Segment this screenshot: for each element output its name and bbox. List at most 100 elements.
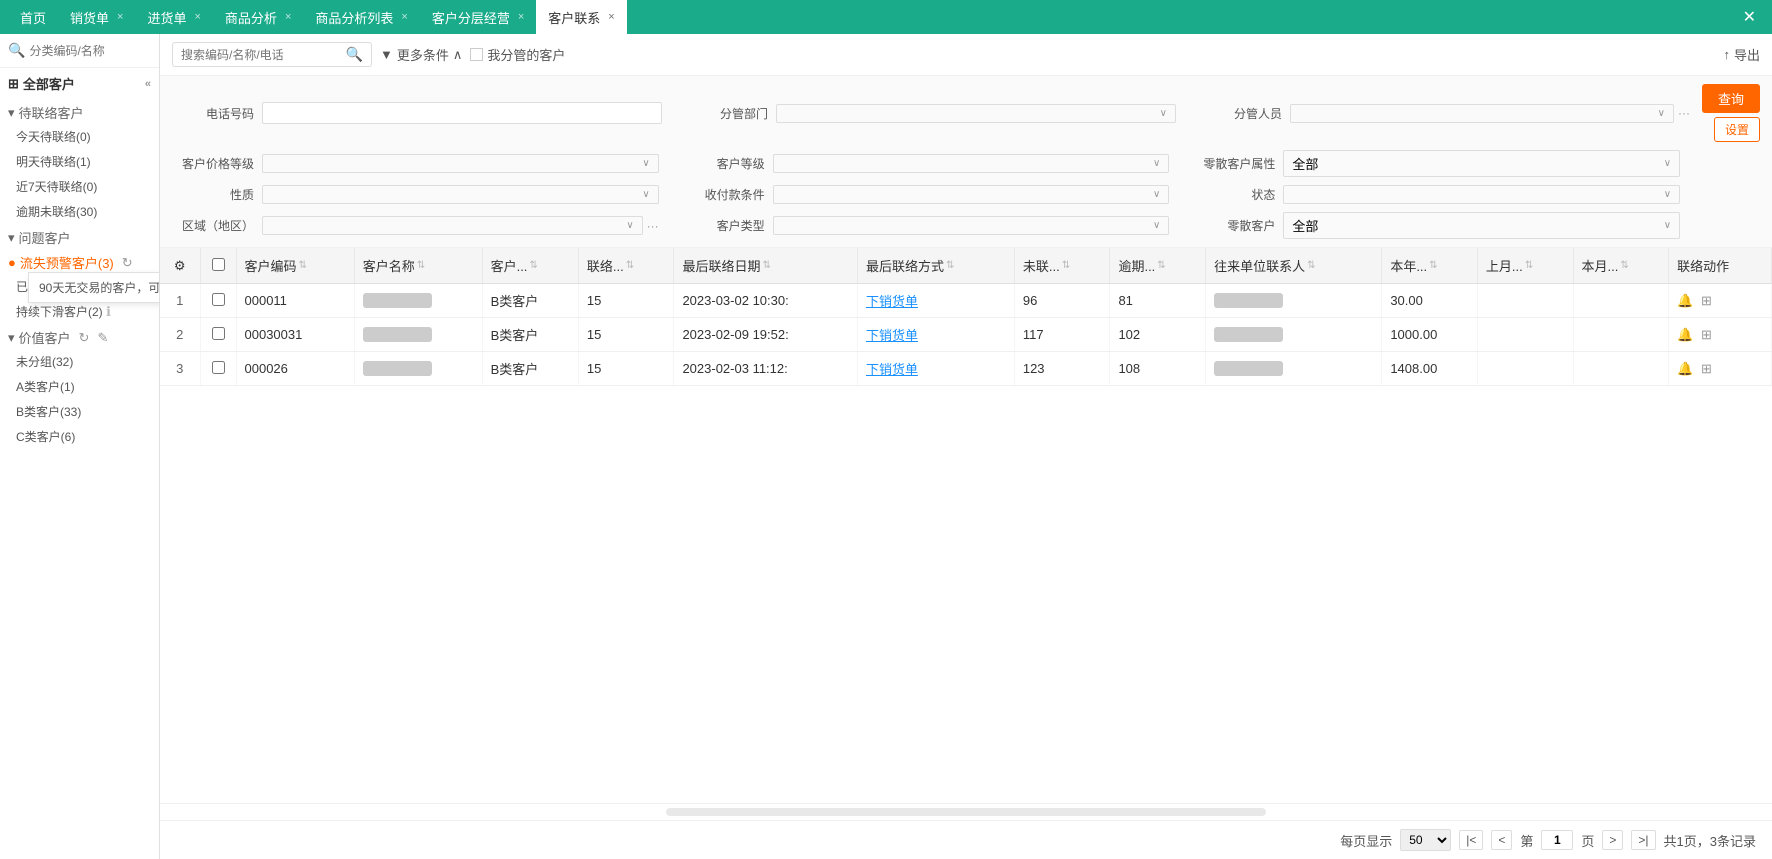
row-last-method[interactable]: 下销货单 xyxy=(857,352,1014,386)
sidebar-section-pending[interactable]: ▾ 待联络客户 xyxy=(0,99,159,124)
close-icon[interactable]: × xyxy=(117,11,123,23)
close-icon[interactable]: × xyxy=(608,11,614,23)
customer-level-select[interactable]: ∨ xyxy=(773,154,1170,173)
nav-tab-analysis-list[interactable]: 商品分析列表 × xyxy=(303,0,419,34)
row-last-method[interactable]: 下销货单 xyxy=(857,284,1014,318)
first-page-button[interactable]: |< xyxy=(1459,830,1483,850)
checkbox-icon[interactable] xyxy=(470,48,483,61)
sidebar-item-today[interactable]: 今天待联络(0) xyxy=(0,124,159,149)
row-check[interactable] xyxy=(200,352,236,386)
sidebar-item-ungroup[interactable]: 未分组(32) xyxy=(0,349,159,374)
contact-icon[interactable]: 🔔 xyxy=(1677,361,1693,376)
sort-icon[interactable]: ⇅ xyxy=(529,260,537,271)
last-method-link[interactable]: 下销货单 xyxy=(866,294,918,309)
retail-select[interactable]: 全部 ∨ xyxy=(1283,212,1680,239)
row-check[interactable] xyxy=(200,284,236,318)
th-settings[interactable]: ⚙ xyxy=(160,248,200,284)
nav-tab-sales[interactable]: 销货单 × xyxy=(58,0,135,34)
status-select[interactable]: ∨ xyxy=(1283,185,1680,204)
person-select[interactable]: ∨ xyxy=(1290,104,1674,123)
contact-icon[interactable]: 🔔 xyxy=(1677,327,1693,342)
sidebar-section-churn-warning[interactable]: ● 流失预警客户(3) ↻ xyxy=(0,249,159,274)
sidebar-item-c-class[interactable]: C类客户(6) xyxy=(0,424,159,449)
setting-button[interactable]: 设置 xyxy=(1714,117,1760,142)
sidebar-item-tomorrow[interactable]: 明天待联络(1) xyxy=(0,149,159,174)
search-input[interactable] xyxy=(181,48,342,62)
sidebar-section-problem[interactable]: ▾ 问题客户 xyxy=(0,224,159,249)
row-action[interactable]: 🔔 ⊞ xyxy=(1669,318,1772,352)
sidebar-item-overdue[interactable]: 逾期未联络(30) xyxy=(0,199,159,224)
sidebar-all-customers[interactable]: ⊞ 全部客户 « xyxy=(0,68,159,99)
last-method-link[interactable]: 下销货单 xyxy=(866,328,918,343)
filter-retail: 零散客户 全部 ∨ xyxy=(1193,212,1680,239)
sidebar-item-a-class[interactable]: A类客户(1) xyxy=(0,374,159,399)
nav-tab-analysis[interactable]: 商品分析 × xyxy=(213,0,303,34)
next-page-button[interactable]: > xyxy=(1602,830,1623,850)
chevron-down-icon: ∨ xyxy=(1664,158,1671,169)
window-close-button[interactable]: ✕ xyxy=(1735,7,1764,27)
search-button[interactable]: 🔍 xyxy=(346,46,363,63)
nav-tab-purchase[interactable]: 进货单 × xyxy=(135,0,212,34)
export-button[interactable]: ↑ 导出 xyxy=(1723,45,1760,64)
sidebar-section-value[interactable]: ▾ 价值客户 ↻ ✎ xyxy=(0,324,159,349)
nav-tab-customer-contact[interactable]: 客户联系 × xyxy=(536,0,626,34)
per-page-select[interactable]: 50 100 xyxy=(1400,829,1451,851)
retail-attr-select[interactable]: 全部 ∨ xyxy=(1283,150,1680,177)
dept-select[interactable]: ∨ xyxy=(776,104,1176,123)
row-last-method[interactable]: 下销货单 xyxy=(857,318,1014,352)
sort-icon[interactable]: ⇅ xyxy=(299,260,307,271)
price-level-select[interactable]: ∨ xyxy=(262,154,659,173)
sort-icon[interactable]: ⇅ xyxy=(1429,260,1437,271)
close-icon[interactable]: × xyxy=(518,11,524,23)
more-action-icon[interactable]: ⊞ xyxy=(1701,361,1712,376)
row-action[interactable]: 🔔 ⊞ xyxy=(1669,352,1772,386)
refresh-icon: ↻ xyxy=(79,330,90,346)
row-checkbox[interactable] xyxy=(212,327,225,340)
page-input[interactable] xyxy=(1541,830,1573,850)
more-action-icon[interactable]: ⊞ xyxy=(1701,293,1712,308)
row-action[interactable]: 🔔 ⊞ xyxy=(1669,284,1772,318)
close-icon[interactable]: × xyxy=(401,11,407,23)
sort-icon[interactable]: ⇅ xyxy=(1307,260,1315,271)
th-check[interactable] xyxy=(200,248,236,284)
sort-icon[interactable]: ⇅ xyxy=(946,260,954,271)
more-dots[interactable]: ··· xyxy=(647,219,659,233)
nature-select[interactable]: ∨ xyxy=(262,185,659,204)
payment-select[interactable]: ∨ xyxy=(773,185,1170,204)
sidebar-item-b-class[interactable]: B类客户(33) xyxy=(0,399,159,424)
row-check[interactable] xyxy=(200,318,236,352)
row-checkbox[interactable] xyxy=(212,293,225,306)
edit-icon[interactable]: ✎ xyxy=(97,330,108,346)
sort-icon[interactable]: ⇅ xyxy=(1062,260,1070,271)
row-checkbox[interactable] xyxy=(212,361,225,374)
row-this-year: 1408.00 xyxy=(1382,352,1478,386)
sort-icon[interactable]: ⇅ xyxy=(1525,260,1533,271)
last-method-link[interactable]: 下销货单 xyxy=(866,362,918,377)
more-filter-button[interactable]: ▼ 更多条件 ∧ xyxy=(380,45,462,64)
nav-home[interactable]: 首页 xyxy=(8,0,58,34)
contact-icon[interactable]: 🔔 xyxy=(1677,293,1693,308)
sort-icon[interactable]: ⇅ xyxy=(1157,260,1165,271)
phone-input[interactable] xyxy=(262,102,662,124)
more-action-icon[interactable]: ⊞ xyxy=(1701,327,1712,342)
my-customer-checkbox[interactable]: 我分管的客户 xyxy=(470,45,565,64)
nav-tab-customer-tier[interactable]: 客户分层经营 × xyxy=(420,0,536,34)
close-icon[interactable]: × xyxy=(285,11,291,23)
sort-icon[interactable]: ⇅ xyxy=(1620,260,1628,271)
select-all-checkbox[interactable] xyxy=(212,258,225,271)
sort-icon[interactable]: ⇅ xyxy=(762,260,770,271)
more-dots[interactable]: ··· xyxy=(1678,106,1690,120)
region-select[interactable]: ∨ xyxy=(262,216,643,235)
prev-page-button[interactable]: < xyxy=(1491,830,1512,850)
query-button[interactable]: 查询 xyxy=(1702,84,1760,113)
customer-type-select[interactable]: ∨ xyxy=(773,216,1170,235)
sidebar-search-input[interactable] xyxy=(29,44,151,58)
section-arrow: ▾ xyxy=(8,230,15,246)
last-page-button[interactable]: >| xyxy=(1631,830,1655,850)
sort-icon[interactable]: ⇅ xyxy=(626,260,634,271)
sort-icon[interactable]: ⇅ xyxy=(417,260,425,271)
close-icon[interactable]: × xyxy=(194,11,200,23)
row-this-month xyxy=(1573,318,1669,352)
horizontal-scrollbar[interactable] xyxy=(666,808,1266,816)
sidebar-item-7days[interactable]: 近7天待联络(0) xyxy=(0,174,159,199)
